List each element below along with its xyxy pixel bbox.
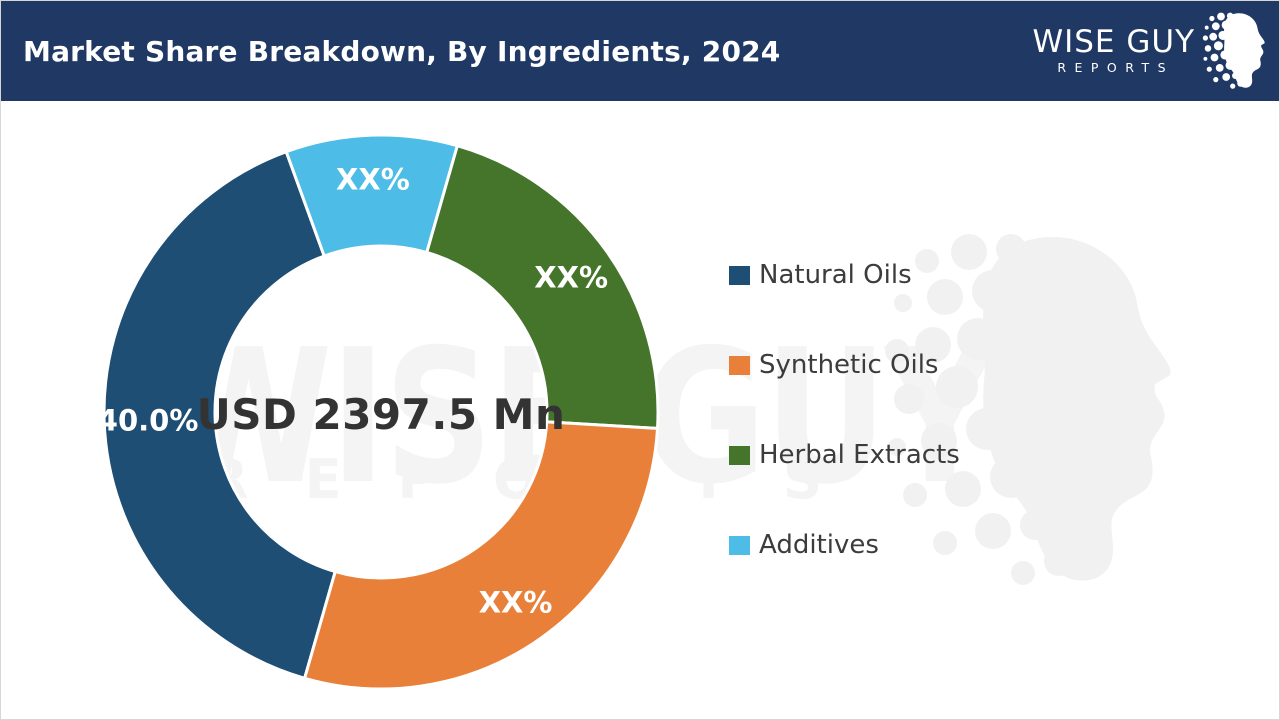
logo-face-icon (1201, 12, 1267, 90)
legend-item-herbal-extracts[interactable]: Herbal Extracts (729, 437, 960, 473)
slice-percent-label-additives: XX% (336, 162, 410, 196)
logo-wordmark: WISE GUY (1032, 24, 1195, 61)
legend-label-herbal-extracts: Herbal Extracts (759, 440, 960, 470)
slice-percent-label-herbal-extracts: XX% (534, 261, 608, 295)
page-title: Market Share Breakdown, By Ingredients, … (23, 34, 781, 68)
header-bar: Market Share Breakdown, By Ingredients, … (1, 1, 1279, 101)
legend-label-natural-oils: Natural Oils (759, 260, 912, 290)
logo-text: WISE GUY REPORTS (1032, 27, 1195, 75)
legend-item-natural-oils[interactable]: Natural Oils (729, 257, 960, 293)
slice-percent-label-synthetic-oils: XX% (479, 585, 553, 619)
logo-subtitle: REPORTS (1057, 60, 1175, 76)
legend-label-additives: Additives (759, 530, 879, 560)
legend-item-additives[interactable]: Additives (729, 527, 960, 563)
legend-label-synthetic-oils: Synthetic Oils (759, 350, 939, 380)
legend-swatch-natural-oils (729, 265, 750, 285)
legend-swatch-additives (729, 535, 750, 555)
report-page: Market Share Breakdown, By Ingredients, … (0, 0, 1280, 720)
legend-swatch-synthetic-oils (729, 355, 750, 375)
chart-area: WISE GUY REPORTS 40.0%XX%XX%XX% USD 2397… (1, 101, 1279, 719)
donut-slice-synthetic-oils[interactable] (302, 420, 660, 691)
donut-center-value: USD 2397.5 Mn (196, 390, 566, 439)
legend-swatch-herbal-extracts (729, 445, 750, 465)
chart-legend: Natural Oils Synthetic Oils Herbal Extra… (729, 257, 960, 617)
legend-item-synthetic-oils[interactable]: Synthetic Oils (729, 347, 960, 383)
wiseguy-logo: WISE GUY REPORTS (1032, 12, 1279, 90)
